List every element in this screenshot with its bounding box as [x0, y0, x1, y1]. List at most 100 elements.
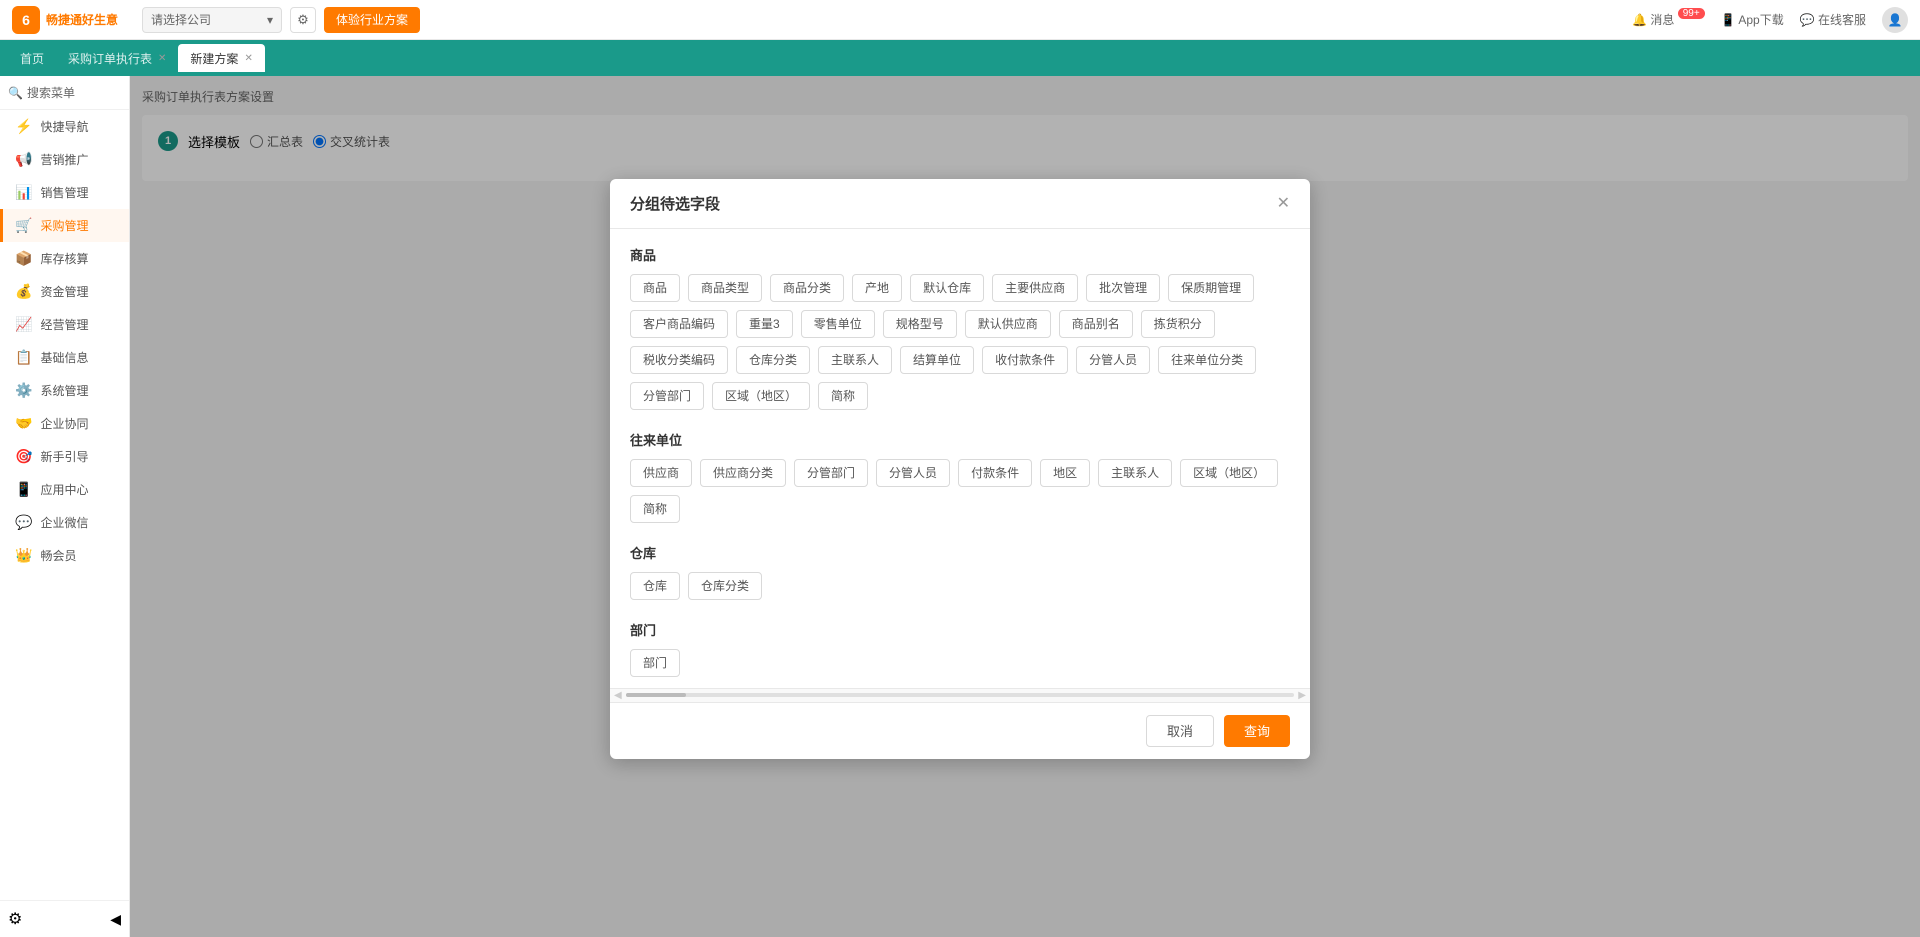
field-tag[interactable]: 付款条件 — [958, 459, 1032, 487]
field-group-title-warehouse: 仓库 — [630, 543, 1290, 562]
logo-area: 6 畅捷通好生意 — [12, 6, 142, 34]
logo-text: 畅捷通好生意 — [46, 11, 118, 28]
field-tag[interactable]: 地区 — [1040, 459, 1090, 487]
field-tag[interactable]: 供应商分类 — [700, 459, 786, 487]
field-tag[interactable]: 主要供应商 — [992, 274, 1078, 302]
field-tag[interactable]: 重量3 — [736, 310, 793, 338]
field-tag[interactable]: 默认供应商 — [965, 310, 1051, 338]
field-tag[interactable]: 默认仓库 — [910, 274, 984, 302]
finance-icon: 💰 — [15, 283, 32, 300]
field-tag[interactable]: 规格型号 — [883, 310, 957, 338]
field-tag[interactable]: 部门 — [630, 649, 680, 677]
field-tag[interactable]: 供应商 — [630, 459, 692, 487]
trial-button[interactable]: 体验行业方案 — [324, 7, 420, 33]
field-group-partner: 往来单位 供应商 供应商分类 分管部门 分管人员 付款条件 地区 主联系人 区域… — [630, 430, 1290, 523]
purchase-icon: 🛒 — [15, 217, 32, 234]
field-tag[interactable]: 商品别名 — [1059, 310, 1133, 338]
field-tag[interactable]: 商品类型 — [688, 274, 762, 302]
field-tag[interactable]: 主联系人 — [818, 346, 892, 374]
sidebar-item-vip[interactable]: 👑 畅会员 — [0, 539, 129, 572]
top-bar: 6 畅捷通好生意 请选择公司 ▾ ⚙ 体验行业方案 🔔 消息 99+ 📱 App… — [0, 0, 1920, 40]
app-download-link[interactable]: 📱 App下载 — [1721, 11, 1784, 28]
field-tag[interactable]: 商品 — [630, 274, 680, 302]
cancel-button[interactable]: 取消 — [1146, 715, 1214, 747]
field-tag[interactable]: 分管部门 — [794, 459, 868, 487]
online-service-link[interactable]: 💬 在线客服 — [1800, 11, 1866, 28]
field-tag[interactable]: 仓库分类 — [688, 572, 762, 600]
sidebar-item-wechat[interactable]: 💬 企业微信 — [0, 506, 129, 539]
sidebar-item-guide[interactable]: 🎯 新手引导 — [0, 440, 129, 473]
field-tag[interactable]: 税收分类编码 — [630, 346, 728, 374]
field-tag[interactable]: 往来单位分类 — [1158, 346, 1256, 374]
sidebar-item-marketing[interactable]: 📢 营销推广 — [0, 143, 129, 176]
system-icon: ⚙️ — [15, 382, 32, 399]
field-tag[interactable]: 仓库 — [630, 572, 680, 600]
field-tag[interactable]: 批次管理 — [1086, 274, 1160, 302]
field-tag[interactable]: 分管部门 — [630, 382, 704, 410]
tab-bar: 首页 采购订单执行表 ✕ 新建方案 ✕ — [0, 40, 1920, 76]
basic-info-icon: 📋 — [15, 349, 32, 366]
operations-icon: 📈 — [15, 316, 32, 333]
user-avatar[interactable]: 👤 — [1882, 7, 1908, 33]
field-tag[interactable]: 商品分类 — [770, 274, 844, 302]
tab-close-purchase[interactable]: ✕ — [158, 53, 166, 64]
field-tag[interactable]: 简称 — [630, 495, 680, 523]
field-tag[interactable]: 分管人员 — [1076, 346, 1150, 374]
sidebar-item-basic-info[interactable]: 📋 基础信息 — [0, 341, 129, 374]
field-tag[interactable]: 区域（地区） — [712, 382, 810, 410]
hscroll-thumb[interactable] — [626, 693, 686, 697]
sidebar-item-app-center[interactable]: 📱 应用中心 — [0, 473, 129, 506]
tab-close-new[interactable]: ✕ — [244, 53, 252, 64]
sidebar-search[interactable]: 🔍 搜索菜单 — [0, 76, 129, 110]
inventory-icon: 📦 — [15, 250, 32, 267]
tab-new-scheme[interactable]: 新建方案 ✕ — [178, 44, 264, 72]
field-tag[interactable]: 仓库分类 — [736, 346, 810, 374]
tab-purchase-order[interactable]: 采购订单执行表 ✕ — [56, 44, 178, 72]
field-tag[interactable]: 结算单位 — [900, 346, 974, 374]
sidebar-item-purchase[interactable]: 🛒 采购管理 — [0, 209, 129, 242]
modal-footer: 取消 查询 — [610, 702, 1310, 759]
modal-body[interactable]: 商品 商品 商品类型 商品分类 产地 默认仓库 主要供应商 批次管理 保质期管理… — [610, 229, 1310, 688]
field-tag[interactable]: 拣货积分 — [1141, 310, 1215, 338]
guide-icon: 🎯 — [15, 448, 32, 465]
message-link[interactable]: 🔔 消息 99+ — [1632, 11, 1705, 28]
sidebar-item-inventory[interactable]: 📦 库存核算 — [0, 242, 129, 275]
field-tag[interactable]: 保质期管理 — [1168, 274, 1254, 302]
company-select[interactable]: 请选择公司 ▾ — [142, 7, 282, 33]
field-tag[interactable]: 收付款条件 — [982, 346, 1068, 374]
wechat-icon: 💬 — [15, 514, 32, 531]
sidebar-item-cooperation[interactable]: 🤝 企业协同 — [0, 407, 129, 440]
settings-icon[interactable]: ⚙ — [8, 909, 22, 929]
vip-icon: 👑 — [15, 547, 32, 564]
modal-close-button[interactable]: ✕ — [1277, 193, 1290, 213]
modal-header: 分组待选字段 ✕ — [610, 179, 1310, 229]
hscroll-left[interactable]: ◀ — [614, 690, 622, 701]
marketing-icon: 📢 — [15, 151, 32, 168]
field-group-title-goods: 商品 — [630, 245, 1290, 264]
sidebar-item-sales[interactable]: 📊 销售管理 — [0, 176, 129, 209]
gear-button[interactable]: ⚙ — [290, 7, 316, 33]
field-group-title-partner: 往来单位 — [630, 430, 1290, 449]
field-tag[interactable]: 主联系人 — [1098, 459, 1172, 487]
field-tag[interactable]: 零售单位 — [801, 310, 875, 338]
sales-icon: 📊 — [15, 184, 32, 201]
field-tag[interactable]: 产地 — [852, 274, 902, 302]
field-tag[interactable]: 分管人员 — [876, 459, 950, 487]
top-center: 请选择公司 ▾ ⚙ 体验行业方案 — [142, 7, 1632, 33]
field-list-partner: 供应商 供应商分类 分管部门 分管人员 付款条件 地区 主联系人 区域（地区） … — [630, 459, 1290, 523]
sidebar-item-operations[interactable]: 📈 经营管理 — [0, 308, 129, 341]
hscroll-right[interactable]: ▶ — [1298, 690, 1306, 701]
collapse-icon[interactable]: ◀ — [110, 911, 121, 928]
field-tag[interactable]: 区域（地区） — [1180, 459, 1278, 487]
sidebar-item-system[interactable]: ⚙️ 系统管理 — [0, 374, 129, 407]
field-list-department: 部门 — [630, 649, 1290, 677]
field-tag[interactable]: 客户商品编码 — [630, 310, 728, 338]
sidebar-item-finance[interactable]: 💰 资金管理 — [0, 275, 129, 308]
sidebar-item-quick-nav[interactable]: ⚡ 快捷导航 — [0, 110, 129, 143]
app-center-icon: 📱 — [15, 481, 32, 498]
field-tag[interactable]: 简称 — [818, 382, 868, 410]
confirm-button[interactable]: 查询 — [1224, 715, 1290, 747]
tab-home[interactable]: 首页 — [8, 44, 56, 72]
field-group-goods: 商品 商品 商品类型 商品分类 产地 默认仓库 主要供应商 批次管理 保质期管理… — [630, 245, 1290, 410]
hscroll-track[interactable] — [626, 693, 1295, 697]
